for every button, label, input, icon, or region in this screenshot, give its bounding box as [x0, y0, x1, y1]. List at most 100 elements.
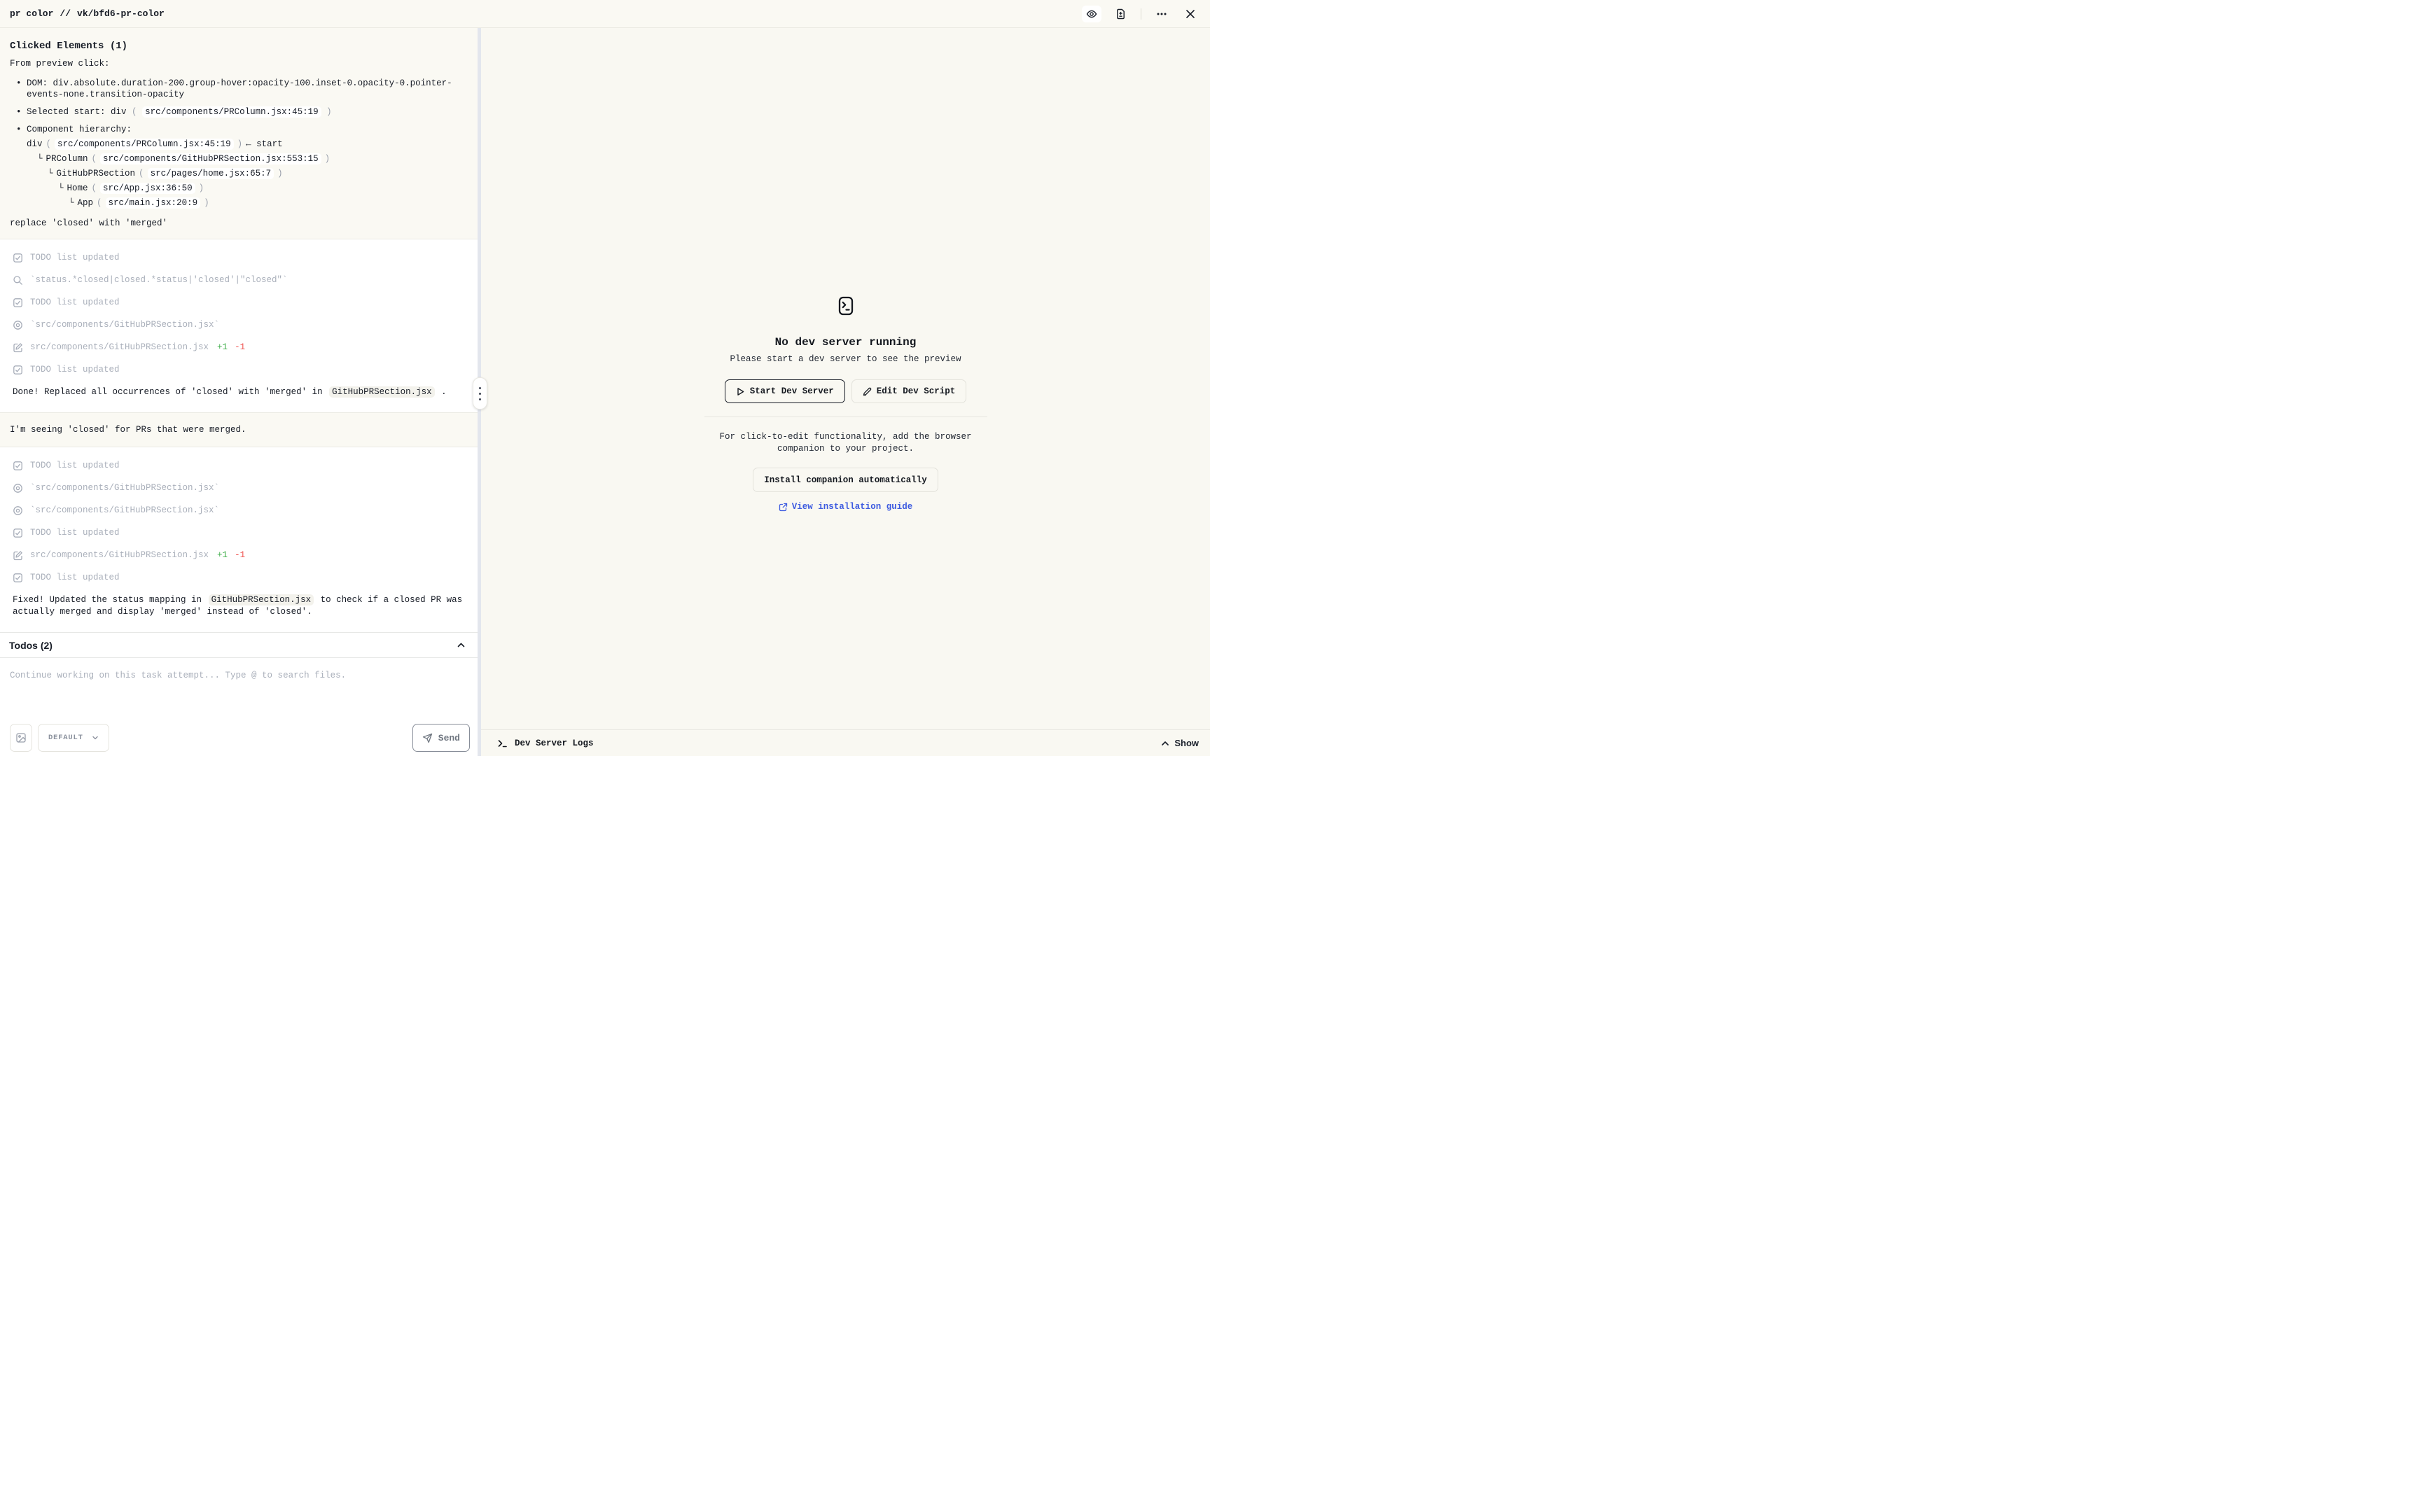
todo-icon [13, 528, 23, 538]
section-divider [704, 416, 987, 417]
search-icon [13, 275, 23, 286]
todo-icon [13, 461, 23, 471]
tool-call-label: `src/components/GitHubPRSection.jsx` [30, 320, 220, 330]
tool-calls-block-1: TODO list updated `status.*closed|closed… [0, 239, 478, 412]
send-label: Send [438, 732, 460, 743]
tool-call-row[interactable]: TODO list updated [10, 522, 474, 544]
hierarchy-line: └ GitHubPRSection( src/pages/home.jsx:65… [48, 168, 283, 179]
edit-icon [13, 342, 23, 353]
companion-help-text: For click-to-edit functionality, add the… [719, 432, 972, 454]
composer: DEFAULT Send [0, 658, 478, 756]
panel-resize-handle[interactable] [473, 377, 487, 410]
clicked-elements-list: DOM: div.absolute.duration-200.group-hov… [10, 78, 474, 209]
tool-call-row[interactable]: `status.*closed|closed.*status|'closed'|… [10, 269, 474, 291]
selected-start-item: Selected start: div ( src/components/PRC… [10, 106, 474, 118]
tool-call-row[interactable]: `src/components/GitHubPRSection.jsx` [10, 477, 474, 499]
tool-call-row[interactable]: TODO list updated [10, 291, 474, 314]
show-logs-toggle[interactable]: Show [1161, 738, 1199, 748]
clicked-elements-title: Clicked Elements (1) [10, 41, 128, 52]
diff-removed: -1 [235, 342, 246, 352]
tool-call-row[interactable]: TODO list updated [10, 566, 474, 589]
image-icon [15, 732, 27, 743]
attach-image-button[interactable] [10, 724, 32, 752]
close-button[interactable] [1181, 6, 1200, 22]
dev-server-logs-label: Dev Server Logs [515, 738, 594, 748]
hierarchy-line: div( src/components/PRColumn.jsx:45:19 )… [27, 139, 283, 150]
start-dev-server-button[interactable]: Start Dev Server [724, 379, 845, 403]
view-installation-guide-label: View installation guide [791, 502, 913, 512]
file-reference-chip: GitHubPRSection.jsx [329, 386, 435, 398]
edit-dev-script-button[interactable]: Edit Dev Script [851, 379, 967, 403]
file-reference-chip: src/components/PRColumn.jsx:45:19 [55, 139, 234, 150]
assistant-message: Done! Replaced all occurrences of 'close… [13, 386, 447, 398]
install-companion-label: Install companion automatically [764, 475, 927, 485]
file-reference-chip: src/components/PRColumn.jsx:45:19 [142, 106, 321, 118]
close-icon [1185, 9, 1195, 19]
user-message-followup: I'm seeing 'closed' for PRs that were me… [0, 412, 478, 447]
clicked-elements-intro: From preview click: [10, 59, 110, 69]
model-selector-value: DEFAULT [48, 734, 83, 742]
pencil-icon [863, 387, 872, 396]
hierarchy-line: └ App( src/main.jsx:20:9 ) [69, 197, 209, 209]
view-installation-guide-link[interactable]: View installation guide [779, 502, 913, 512]
send-button[interactable]: Send [412, 724, 470, 752]
edit-icon [13, 550, 23, 561]
tool-call-row[interactable]: `src/components/GitHubPRSection.jsx` [10, 314, 474, 336]
install-companion-button[interactable]: Install companion automatically [753, 468, 938, 492]
dom-item: DOM: div.absolute.duration-200.group-hov… [10, 78, 474, 100]
chevron-up-icon [457, 640, 466, 650]
terminal-prompt-icon [498, 738, 508, 748]
chat-panel: Clicked Elements (1) From preview click:… [0, 28, 478, 756]
terminal-icon [838, 296, 854, 316]
ellipsis-icon [1156, 8, 1167, 20]
title-bar: pr color // vk/bfd6-pr-color [0, 0, 1210, 28]
tool-call-label: `status.*closed|closed.*status|'closed'|… [30, 275, 288, 285]
todos-label: Todos (2) [9, 639, 53, 651]
dev-server-logs-bar: Dev Server Logs Show [481, 729, 1210, 756]
dev-server-logs-toggle[interactable]: Dev Server Logs [498, 738, 594, 748]
user-followup-text: I'm seeing 'closed' for PRs that were me… [10, 425, 246, 435]
tool-call-label: TODO list updated [30, 253, 120, 262]
model-selector[interactable]: DEFAULT [38, 724, 109, 752]
tool-calls-block-2: TODO list updated `src/components/GitHub… [0, 447, 478, 632]
tool-call-label: src/components/GitHubPRSection.jsx [30, 342, 209, 352]
chevron-up-icon [1161, 739, 1169, 748]
user-message-clicked-elements: Clicked Elements (1) From preview click:… [0, 28, 478, 239]
file-reference-chip: src/components/GitHubPRSection.jsx:553:1… [100, 153, 321, 164]
file-reference-chip: src/pages/home.jsx:65:7 [147, 168, 274, 179]
title-separator: // [60, 8, 71, 19]
show-logs-label: Show [1174, 738, 1199, 748]
tool-call-row[interactable]: TODO list updated [10, 246, 474, 269]
read-icon [13, 320, 23, 330]
message-input[interactable] [10, 671, 451, 720]
branch-name: vk/bfd6-pr-color [77, 8, 165, 19]
diff-button[interactable] [1111, 6, 1130, 22]
tool-call-row[interactable]: src/components/GitHubPRSection.jsx +1 -1 [10, 544, 474, 566]
page-title: pr color // vk/bfd6-pr-color [10, 8, 165, 19]
read-icon [13, 505, 23, 516]
todo-icon [13, 253, 23, 263]
diff-added: +1 [217, 550, 228, 560]
preview-eye-button[interactable] [1082, 5, 1101, 22]
todos-section-header[interactable]: Todos (2) [0, 632, 478, 659]
file-reference-chip: GitHubPRSection.jsx [208, 594, 314, 606]
dev-server-actions: Start Dev Server Edit Dev Script [724, 379, 967, 403]
more-options-button[interactable] [1152, 6, 1171, 22]
tool-call-row[interactable]: TODO list updated [10, 358, 474, 381]
tool-call-label: `src/components/GitHubPRSection.jsx` [30, 505, 220, 515]
file-reference-chip: src/main.jsx:20:9 [105, 197, 201, 209]
todo-icon [13, 573, 23, 583]
send-icon [422, 733, 433, 743]
tool-call-label: `src/components/GitHubPRSection.jsx` [30, 483, 220, 493]
play-icon [736, 387, 745, 396]
header-actions [1082, 5, 1200, 22]
read-icon [13, 483, 23, 493]
tool-call-label: TODO list updated [30, 461, 120, 470]
eye-icon [1086, 8, 1097, 20]
start-dev-server-label: Start Dev Server [749, 386, 834, 396]
component-hierarchy-item: Component hierarchy: div( src/components… [10, 124, 474, 209]
tool-call-row[interactable]: TODO list updated [10, 454, 474, 477]
tool-call-row[interactable]: `src/components/GitHubPRSection.jsx` [10, 499, 474, 522]
tool-call-row[interactable]: src/components/GitHubPRSection.jsx +1 -1 [10, 336, 474, 358]
composer-toolbar: DEFAULT Send [10, 724, 470, 752]
